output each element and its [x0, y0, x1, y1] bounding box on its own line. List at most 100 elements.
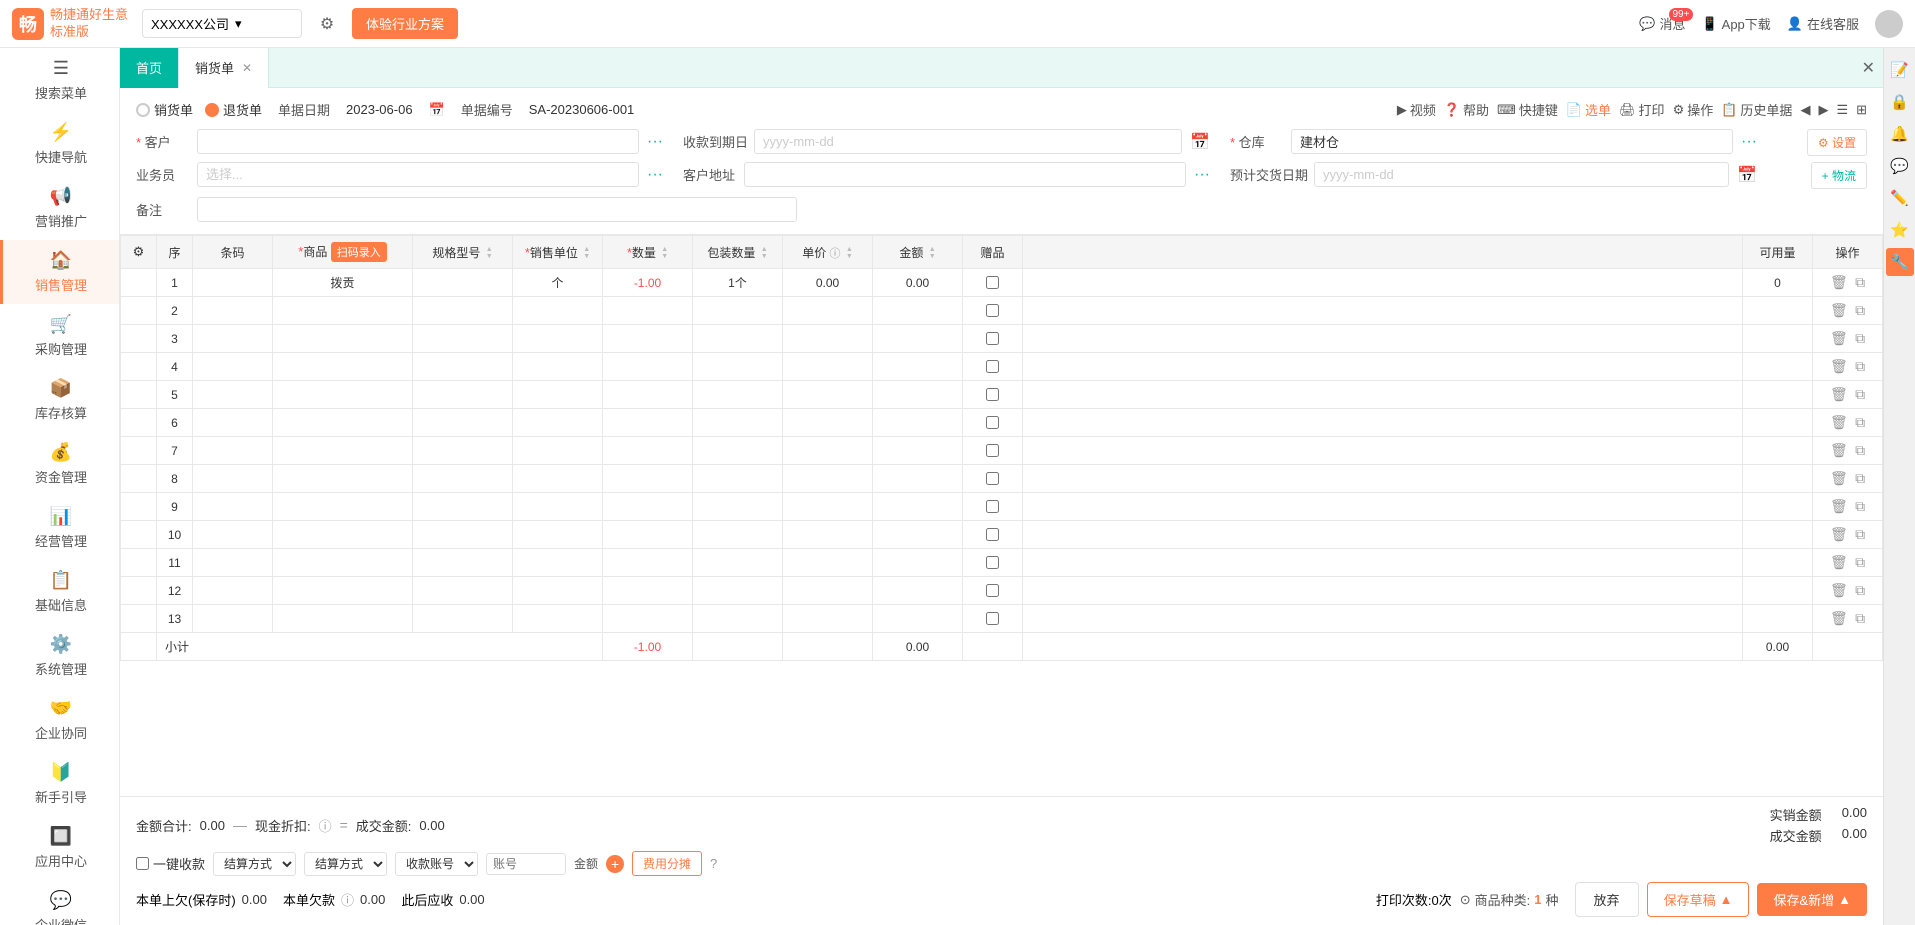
- scan-barcode-btn[interactable]: 扫码录入: [331, 242, 387, 262]
- row-delete-btn[interactable]: 🗑: [1830, 498, 1848, 514]
- tab-home[interactable]: 首页: [120, 48, 179, 88]
- sidebar-item-search[interactable]: ☰ 搜索菜单: [0, 48, 119, 112]
- warehouse-input[interactable]: [1291, 129, 1733, 154]
- gift-checkbox[interactable]: [986, 500, 999, 513]
- row-copy-btn[interactable]: ⧉: [1855, 274, 1865, 290]
- gift-checkbox[interactable]: [986, 472, 999, 485]
- sidebar-item-finance[interactable]: 💰 资金管理: [0, 432, 119, 496]
- sidebar-item-base[interactable]: 📋 基础信息: [0, 560, 119, 624]
- toolbar-view-grid[interactable]: ⊞: [1856, 102, 1867, 118]
- expected-date-input[interactable]: [1314, 162, 1729, 187]
- toolbar-print-btn[interactable]: 🖨 打印: [1619, 100, 1665, 119]
- save-new-button[interactable]: 保存&新增 ▲: [1757, 883, 1867, 916]
- expected-date-calendar-icon[interactable]: 📅: [1737, 165, 1757, 185]
- payment-method-select[interactable]: 结算方式: [213, 852, 296, 876]
- row-delete-btn[interactable]: 🗑: [1830, 442, 1848, 458]
- row-copy-btn[interactable]: ⧉: [1855, 386, 1865, 402]
- right-panel-pen-btn[interactable]: ✏️: [1886, 184, 1914, 212]
- sidebar-item-quick-nav[interactable]: ⚡ 快捷导航: [0, 112, 119, 176]
- right-panel-edit-btn[interactable]: 📝: [1886, 56, 1914, 84]
- sidebar-item-apps[interactable]: 🔲 应用中心: [0, 816, 119, 880]
- settings-button[interactable]: ⚙ 设置: [1807, 129, 1867, 156]
- row-delete-btn[interactable]: 🗑: [1830, 386, 1848, 402]
- right-panel-lock-btn[interactable]: 🔒: [1886, 88, 1914, 116]
- toolbar-ops-btn[interactable]: ⚙ 操作: [1673, 100, 1714, 119]
- right-panel-chat-btn[interactable]: 💬: [1886, 152, 1914, 180]
- one-click-pay-checkbox[interactable]: 一键收款: [136, 854, 205, 873]
- save-draft-button[interactable]: 保存草稿 ▲: [1647, 882, 1750, 917]
- avatar[interactable]: [1875, 10, 1903, 38]
- row-delete-btn[interactable]: 🗑: [1830, 526, 1848, 542]
- row-copy-btn[interactable]: ⧉: [1855, 330, 1865, 346]
- row-delete-btn[interactable]: 🗑: [1830, 414, 1848, 430]
- right-panel-star-btn[interactable]: ⭐: [1886, 216, 1914, 244]
- gift-checkbox[interactable]: [986, 444, 999, 457]
- toolbar-nav-next[interactable]: ▶: [1818, 102, 1828, 118]
- gift-checkbox[interactable]: [986, 528, 999, 541]
- payment-date-input[interactable]: [754, 129, 1182, 154]
- payment-method-select2[interactable]: 结算方式: [304, 852, 387, 876]
- discard-button[interactable]: 放弃: [1575, 882, 1639, 917]
- app-download-btn[interactable]: 📱 App下载: [1701, 14, 1770, 33]
- sidebar-item-enterprise[interactable]: 🤝 企业协同: [0, 688, 119, 752]
- gift-checkbox[interactable]: [986, 360, 999, 373]
- sidebar-item-operations[interactable]: 📊 经营管理: [0, 496, 119, 560]
- gift-checkbox[interactable]: [986, 276, 999, 289]
- settings-gear-btn[interactable]: ⚙: [312, 9, 342, 39]
- online-service-btn[interactable]: 👤 在线客服: [1787, 14, 1859, 33]
- toolbar-select-btn[interactable]: 📄 选单: [1566, 100, 1611, 119]
- gift-checkbox[interactable]: [986, 584, 999, 597]
- tab-bar-close-all[interactable]: ✕: [1862, 58, 1883, 78]
- add-payment-btn[interactable]: +: [606, 855, 624, 873]
- row-delete-btn[interactable]: 🗑: [1830, 330, 1848, 346]
- doc-date-calendar-icon[interactable]: 📅: [429, 102, 445, 118]
- row-delete-btn[interactable]: 🗑: [1830, 470, 1848, 486]
- row-copy-btn[interactable]: ⧉: [1855, 498, 1865, 514]
- row-copy-btn[interactable]: ⧉: [1855, 414, 1865, 430]
- toolbar-help-btn[interactable]: ❓ 帮助: [1444, 100, 1489, 119]
- tab-sales-order[interactable]: 销货单 ✕: [179, 48, 269, 88]
- customer-addr-dots-btn[interactable]: ···: [1194, 166, 1210, 184]
- row-delete-btn[interactable]: 🗑: [1830, 610, 1848, 626]
- gift-checkbox[interactable]: [986, 556, 999, 569]
- account-select[interactable]: 收款账号: [395, 852, 478, 876]
- salesperson-dots-btn[interactable]: ···: [647, 166, 663, 184]
- row-copy-btn[interactable]: ⧉: [1855, 470, 1865, 486]
- trial-button[interactable]: 体验行业方案: [352, 8, 458, 39]
- row-delete-btn[interactable]: 🗑: [1830, 582, 1848, 598]
- gift-checkbox[interactable]: [986, 388, 999, 401]
- toolbar-view-list[interactable]: ☰: [1836, 102, 1848, 118]
- gift-checkbox[interactable]: [986, 304, 999, 317]
- right-panel-tool-btn[interactable]: 🔧: [1886, 248, 1914, 276]
- tab-close-icon[interactable]: ✕: [242, 61, 252, 75]
- fee-split-btn[interactable]: 费用分摊: [632, 851, 702, 876]
- gift-checkbox[interactable]: [986, 416, 999, 429]
- toolbar-video-btn[interactable]: ▶ 视频: [1397, 100, 1436, 119]
- row-delete-btn[interactable]: 🗑: [1830, 274, 1848, 290]
- sidebar-item-system[interactable]: ⚙️ 系统管理: [0, 624, 119, 688]
- row-copy-btn[interactable]: ⧉: [1855, 302, 1865, 318]
- right-panel-bell-btn[interactable]: 🔔: [1886, 120, 1914, 148]
- sidebar-item-inventory[interactable]: 📦 库存核算: [0, 368, 119, 432]
- sidebar-item-wechat[interactable]: 💬 企业微信: [0, 880, 119, 925]
- customer-input[interactable]: [197, 129, 639, 154]
- sidebar-item-sales[interactable]: 🏠 销售管理: [0, 240, 119, 304]
- toolbar-shortcut-btn[interactable]: ⌨ 快捷键: [1497, 100, 1558, 119]
- row-copy-btn[interactable]: ⧉: [1855, 554, 1865, 570]
- sidebar-item-purchase[interactable]: 🛒 采购管理: [0, 304, 119, 368]
- row-copy-btn[interactable]: ⧉: [1855, 610, 1865, 626]
- radio-sales-order[interactable]: 销货单: [136, 100, 193, 119]
- account-input[interactable]: [486, 853, 566, 875]
- logistics-button[interactable]: + 物流: [1811, 162, 1867, 189]
- remark-input[interactable]: [197, 197, 797, 222]
- toolbar-nav-prev[interactable]: ◀: [1800, 102, 1810, 118]
- row-copy-btn[interactable]: ⧉: [1855, 526, 1865, 542]
- toolbar-history-btn[interactable]: 📋 历史单据: [1721, 100, 1792, 119]
- row-delete-btn[interactable]: 🗑: [1830, 358, 1848, 374]
- sidebar-item-guide[interactable]: 🔰 新手引导: [0, 752, 119, 816]
- row-copy-btn[interactable]: ⧉: [1855, 358, 1865, 374]
- gift-checkbox[interactable]: [986, 332, 999, 345]
- one-click-checkbox-input[interactable]: [136, 857, 149, 870]
- company-selector[interactable]: XXXXXX公司 ▾: [142, 9, 302, 38]
- sidebar-item-marketing[interactable]: 📢 营销推广: [0, 176, 119, 240]
